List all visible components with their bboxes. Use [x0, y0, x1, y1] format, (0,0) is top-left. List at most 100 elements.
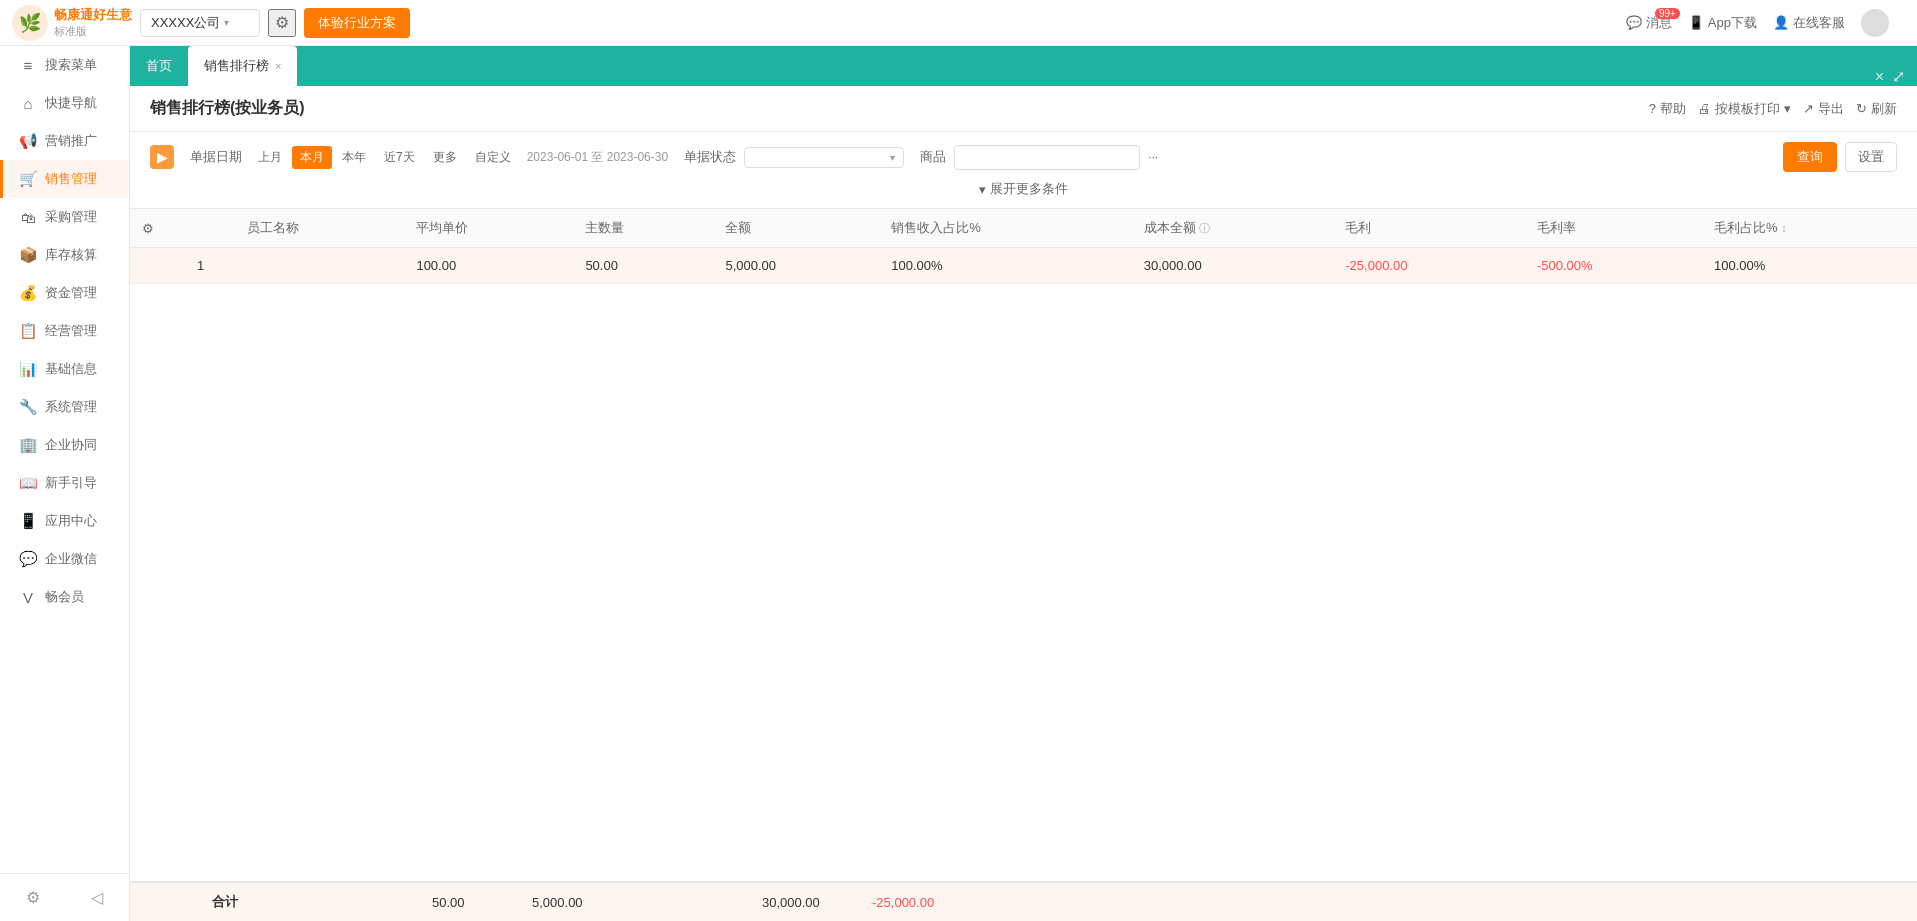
row-cost-0: 30,000.00: [1132, 248, 1333, 284]
sidebar-icon-wechat: 💬: [19, 550, 37, 568]
sidebar-item-quick[interactable]: ⌂快捷导航: [0, 84, 129, 122]
this-year-tab[interactable]: 本年: [334, 146, 374, 169]
export-btn[interactable]: ↗ 导出: [1803, 100, 1844, 118]
sidebar-item-corp[interactable]: 🏢企业协同: [0, 426, 129, 464]
row-grossrate-0: -500.00%: [1525, 248, 1702, 284]
status-filter-group: 单据状态 ▾: [684, 147, 904, 168]
top-bar-right: 💬 消息 99+ 📱 App下载 👤 在线客服: [1626, 9, 1905, 37]
sidebar-label-quick: 快捷导航: [45, 94, 97, 112]
this-month-tab[interactable]: 本月: [292, 146, 332, 169]
help-icon: ?: [1649, 101, 1656, 116]
sidebar-icon-system: 🔧: [19, 398, 37, 416]
row-grosspct-0: 100.00%: [1702, 248, 1917, 284]
settings-small-btn[interactable]: 设置: [1845, 142, 1897, 172]
col-amount-header: 全额: [713, 209, 879, 248]
row-qty-0: 50.00: [573, 248, 713, 284]
sidebar-label-inventory: 库存核算: [45, 246, 97, 264]
tab-close-icon[interactable]: ×: [275, 60, 281, 72]
footer-grosspct: [1080, 883, 1917, 921]
message-icon: 💬: [1626, 15, 1642, 30]
page-content: 销售排行榜(按业务员) ? 帮助 🖨 按模板打印 ▾: [130, 86, 1917, 921]
content-area: 首页 销售排行榜 × × ⤢ 销售排行榜(按业务员): [130, 46, 1917, 921]
sidebar-item-member[interactable]: V畅会员: [0, 578, 129, 616]
col-settings-header[interactable]: ⚙: [130, 209, 166, 248]
sidebar-label-guide: 新手引导: [45, 474, 97, 492]
sidebar-item-wechat[interactable]: 💬企业微信: [0, 540, 129, 578]
main-area: ≡搜索菜单⌂快捷导航 📢 营销推广 🛒销售管理🛍采购管理 📦 库存核算 💰资金管理📋经营管理…: [0, 46, 1917, 921]
help-btn[interactable]: ? 帮助: [1649, 100, 1686, 118]
tab-maximize-icon[interactable]: ⤢: [1892, 67, 1905, 86]
sidebar-icon-basicinfo: 📊: [19, 360, 37, 378]
row-salespct-0: 100.00%: [879, 248, 1131, 284]
tab-home[interactable]: 首页: [130, 46, 188, 86]
expand-conditions-btn[interactable]: ▾ 展开更多条件: [979, 180, 1068, 198]
tab-active[interactable]: 销售排行榜 ×: [188, 46, 297, 86]
messages-badge: 99+: [1655, 8, 1680, 19]
footer-gross: -25,000.00: [860, 883, 970, 921]
refresh-btn[interactable]: ↻ 刷新: [1856, 100, 1897, 118]
company-select[interactable]: XXXXX公司 ▾: [140, 9, 260, 37]
last-month-tab[interactable]: 上月: [250, 146, 290, 169]
sidebar-icon-apps: 📱: [19, 512, 37, 530]
logo-main-text: 畅康通好生意: [54, 6, 132, 24]
trial-button[interactable]: 体验行业方案: [304, 8, 410, 38]
online-service-btn[interactable]: 👤 在线客服: [1773, 14, 1845, 32]
sidebar-icon-member: V: [19, 589, 37, 606]
col-name-header: 员工名称: [235, 209, 404, 248]
messages-btn[interactable]: 💬 消息 99+: [1626, 14, 1672, 32]
sidebar-label-marketing: 营销推广: [45, 132, 97, 150]
sidebar-icon-marketing: 📢: [19, 132, 37, 150]
row-name-0: [235, 248, 404, 284]
sidebar-item-apps[interactable]: 📱应用中心: [0, 502, 129, 540]
print-btn[interactable]: 🖨 按模板打印 ▾: [1698, 100, 1791, 118]
print-icon: 🖨: [1698, 101, 1711, 116]
footer-qty: 50.00: [420, 883, 520, 921]
sidebar-item-operations[interactable]: 📋经营管理: [0, 312, 129, 350]
sidebar-item-basicinfo[interactable]: 📊基础信息: [0, 350, 129, 388]
refresh-icon: ↻: [1856, 101, 1867, 116]
sidebar-icon-inventory: 📦: [19, 246, 37, 264]
row-settings-0[interactable]: [130, 248, 166, 284]
goods-more-icon[interactable]: ···: [1148, 150, 1158, 164]
tab-bar: 首页 销售排行榜 × × ⤢: [130, 46, 1917, 86]
query-btn[interactable]: 查询: [1783, 142, 1837, 172]
active-tab-label: 销售排行榜: [204, 57, 269, 75]
app-download-btn[interactable]: 📱 App下载: [1688, 14, 1757, 32]
filter-arrow-btn[interactable]: ▶: [150, 145, 174, 169]
settings-icon-btn[interactable]: ⚙: [268, 9, 296, 37]
goods-filter-group: 商品 ···: [920, 145, 1158, 170]
data-table: ⚙ 员工名称 平均单价 主数量 全额 销售收入占比% 成本全额 ⓘ 毛利 毛利率: [130, 209, 1917, 284]
sidebar-item-guide[interactable]: 📖新手引导: [0, 464, 129, 502]
app-download-label: App下载: [1708, 14, 1757, 32]
sidebar: ≡搜索菜单⌂快捷导航 📢 营销推广 🛒销售管理🛍采购管理 📦 库存核算 💰资金管理📋经营管理…: [0, 46, 130, 921]
status-select[interactable]: ▾: [744, 147, 904, 168]
sidebar-label-operations: 经营管理: [45, 322, 97, 340]
sidebar-item-sales[interactable]: 🛒销售管理: [0, 160, 129, 198]
logo-icon: 🌿: [12, 5, 48, 41]
sidebar-collapse-btn[interactable]: ◁: [83, 884, 111, 911]
col-cost-header: 成本全额 ⓘ: [1132, 209, 1333, 248]
sidebar-item-marketing[interactable]: 📢 营销推广: [0, 122, 129, 160]
status-filter-label: 单据状态: [684, 148, 736, 166]
more-tab[interactable]: 更多: [425, 146, 465, 169]
sidebar-item-system[interactable]: 🔧系统管理: [0, 388, 129, 426]
tab-minimize-icon[interactable]: ×: [1875, 68, 1884, 86]
chevron-down-icon: ▾: [224, 17, 229, 28]
last7days-tab[interactable]: 近7天: [376, 146, 423, 169]
refresh-label: 刷新: [1871, 100, 1897, 118]
footer-row: 合计 50.00 5,000.00 30,000.00 -25,000.00: [130, 883, 1917, 921]
col-avgprice-header: 平均单价: [404, 209, 573, 248]
top-bar-left: 🌿 畅康通好生意 标准版 XXXXX公司 ▾ ⚙ 体验行业方案: [12, 5, 410, 41]
expand-label: 展开更多条件: [990, 180, 1068, 198]
sidebar-item-search[interactable]: ≡搜索菜单: [0, 46, 129, 84]
sidebar-settings-btn[interactable]: ⚙: [18, 884, 48, 911]
sidebar-item-inventory[interactable]: 📦 库存核算: [0, 236, 129, 274]
company-logo: 🌿 畅康通好生意 标准版: [12, 5, 132, 41]
footer-label: 合计: [200, 883, 320, 921]
goods-input[interactable]: [954, 145, 1140, 170]
custom-tab[interactable]: 自定义: [467, 146, 519, 169]
sidebar-item-purchase[interactable]: 🛍采购管理: [0, 198, 129, 236]
sidebar-item-finance[interactable]: 💰资金管理: [0, 274, 129, 312]
col-qty-header: 主数量: [573, 209, 713, 248]
row-amount-0: 5,000.00: [713, 248, 879, 284]
